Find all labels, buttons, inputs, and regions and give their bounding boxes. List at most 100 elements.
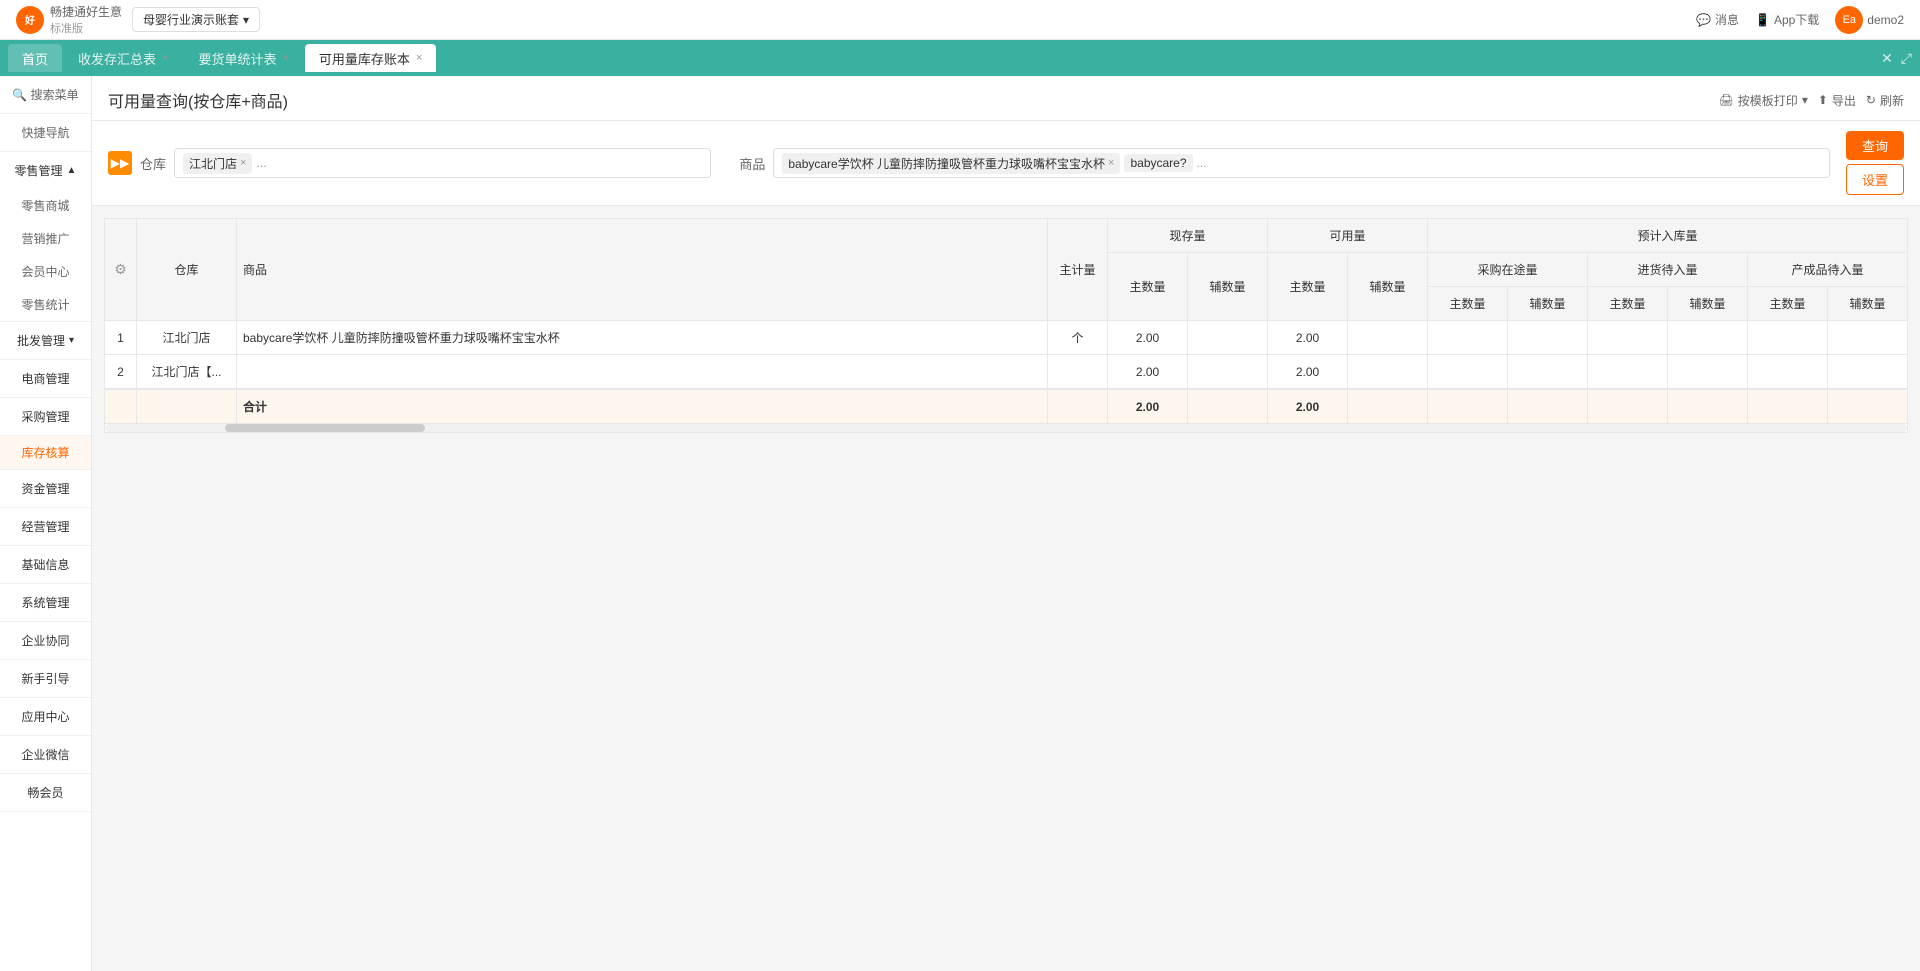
- filter-toggle-btn[interactable]: ▶▶: [108, 151, 132, 175]
- chevron-down-icon: ▾: [243, 13, 249, 27]
- table-footer-row: 合计 2.00 2.00: [105, 389, 1908, 424]
- export-btn[interactable]: ⬆ 导出: [1818, 92, 1856, 109]
- row2-warehouse: 江北门店【...: [137, 355, 237, 390]
- store-selector[interactable]: 母婴行业演示账套 ▾: [132, 7, 260, 32]
- tab-order-close[interactable]: ×: [282, 52, 288, 64]
- row2-avail-main: 2.00: [1268, 355, 1348, 390]
- sidebar-wholesale-title[interactable]: 批发管理 ▾: [0, 322, 91, 359]
- th-incoming-main: 主数量: [1588, 287, 1668, 321]
- sidebar-collab-title[interactable]: 企业协同: [0, 622, 91, 659]
- top-bar-right: 💬 消息 📱 App下载 Ea demo2: [1696, 6, 1904, 34]
- row1-avail-aux: [1348, 321, 1428, 355]
- tab-available-label: 可用量库存账本: [319, 49, 410, 68]
- product-tag1-remove[interactable]: ×: [1108, 157, 1114, 169]
- tab-receive-close[interactable]: ×: [162, 52, 168, 64]
- th-incoming-sub: 进货待入量: [1588, 253, 1748, 287]
- sidebar-group-finance: 资金管理: [0, 470, 91, 508]
- sidebar-basics-title[interactable]: 基础信息: [0, 546, 91, 583]
- th-avail-aux: 辅数量: [1348, 253, 1428, 321]
- row2-stock-aux: [1188, 355, 1268, 390]
- sidebar-system-title[interactable]: 系统管理: [0, 584, 91, 621]
- product-tag1: babycare学饮杯 儿童防摔防撞吸管杯重力球吸嘴杯宝宝水杯 ×: [782, 153, 1120, 174]
- row1-stock-aux: [1188, 321, 1268, 355]
- warehouse-more[interactable]: ...: [256, 156, 266, 170]
- tab-home[interactable]: 首页: [8, 44, 62, 72]
- query-button[interactable]: 查询: [1846, 131, 1904, 160]
- refresh-btn[interactable]: ↻ 刷新: [1866, 92, 1904, 109]
- print-btn[interactable]: 🖨 按模板打印 ▾: [1719, 92, 1808, 109]
- th-purchase-main: 主数量: [1428, 287, 1508, 321]
- scrollbar-thumb[interactable]: [225, 424, 425, 432]
- message-btn[interactable]: 💬 消息: [1696, 11, 1739, 28]
- settings-icon[interactable]: ⚙: [114, 261, 127, 277]
- content-header: 可用量查询(按仓库+商品) 🖨 按模板打印 ▾ ⬆ 导出 ↻ 刷新: [92, 76, 1920, 121]
- settings-button[interactable]: 设置: [1846, 164, 1904, 195]
- sidebar-newguide-title[interactable]: 新手引导: [0, 660, 91, 697]
- template-badge: 标准版: [50, 20, 122, 36]
- table-row: 2 江北门店【... 2.00 2.00: [105, 355, 1908, 390]
- sidebar-group-wechat: 企业微信: [0, 736, 91, 774]
- warehouse-filter-input[interactable]: 江北门店 × ...: [174, 148, 711, 178]
- product-more[interactable]: ...: [1197, 156, 1207, 170]
- footer-stock-aux: [1188, 389, 1268, 424]
- sidebar-search[interactable]: 🔍 搜索菜单: [0, 76, 91, 114]
- product-tag2-text: babycare?: [1130, 156, 1186, 170]
- sidebar-group-retail: 零售管理 ▲ 零售商城 营销推广 会员中心 零售统计: [0, 152, 91, 322]
- sidebar-group-basics: 基础信息: [0, 546, 91, 584]
- warehouse-tag-remove[interactable]: ×: [240, 157, 246, 169]
- product-filter-input[interactable]: babycare学饮杯 儿童防摔防撞吸管杯重力球吸嘴杯宝宝水杯 × babyca…: [773, 148, 1830, 178]
- th-finished-main: 主数量: [1748, 287, 1828, 321]
- sidebar-group-inventory: 库存核算: [0, 436, 91, 470]
- warehouse-filter-label: 仓库: [140, 154, 166, 173]
- sidebar-operations-title[interactable]: 经营管理: [0, 508, 91, 545]
- wholesale-label: 批发管理: [17, 332, 65, 349]
- sidebar-member2-title[interactable]: 畅会员: [0, 774, 91, 811]
- th-product: 商品: [237, 219, 1048, 321]
- logo-area: 好 畅捷通好生意 标准版: [16, 3, 122, 36]
- row1-purchase-main: [1428, 321, 1508, 355]
- sidebar-group-wholesale: 批发管理 ▾: [0, 322, 91, 360]
- sidebar-ecommerce-title[interactable]: 电商管理: [0, 360, 91, 397]
- maximize-icon[interactable]: ⤢: [1901, 50, 1912, 67]
- download-btn[interactable]: 📱 App下载: [1755, 11, 1819, 28]
- sidebar-group-purchase: 采购管理: [0, 398, 91, 436]
- sidebar-retail-title[interactable]: 零售管理 ▲: [0, 152, 91, 189]
- footer-p5: [1748, 389, 1828, 424]
- sidebar-appcenter-title[interactable]: 应用中心: [0, 698, 91, 735]
- sidebar-inventory-title[interactable]: 库存核算: [0, 436, 91, 469]
- sidebar-group-operations: 经营管理: [0, 508, 91, 546]
- sidebar-purchase-title[interactable]: 采购管理: [0, 398, 91, 435]
- tab-available[interactable]: 可用量库存账本 ×: [305, 44, 436, 72]
- sidebar-quick-nav[interactable]: 快捷导航: [0, 114, 91, 152]
- collab-label: 企业协同: [21, 632, 69, 649]
- sidebar-finance-title[interactable]: 资金管理: [0, 470, 91, 507]
- quick-nav-label: 快捷导航: [21, 126, 69, 140]
- system-label: 系统管理: [21, 594, 69, 611]
- row1-stock-main: 2.00: [1108, 321, 1188, 355]
- sidebar-item-marketing[interactable]: 营销推广: [0, 222, 91, 255]
- sidebar-wechat-title[interactable]: 企业微信: [0, 736, 91, 773]
- sidebar-item-retail-stats[interactable]: 零售统计: [0, 288, 91, 321]
- sidebar-item-store[interactable]: 零售商城: [0, 189, 91, 222]
- refresh-label: 刷新: [1880, 92, 1904, 109]
- th-stock-group: 现存量: [1108, 219, 1268, 253]
- th-stock-aux: 辅数量: [1188, 253, 1268, 321]
- footer-empty3: [1048, 389, 1108, 424]
- member2-label: 畅会员: [27, 784, 63, 801]
- footer-stock-main: 2.00: [1108, 389, 1188, 424]
- sidebar-group-system: 系统管理: [0, 584, 91, 622]
- row1-unit: 个: [1048, 321, 1108, 355]
- row1-no: 1: [105, 321, 137, 355]
- close-window-icon[interactable]: ✕: [1881, 50, 1893, 67]
- tab-receive[interactable]: 收发存汇总表 ×: [64, 44, 182, 72]
- scrollbar-track[interactable]: [105, 424, 1907, 432]
- th-purchase-aux: 辅数量: [1508, 287, 1588, 321]
- user-area[interactable]: Ea demo2: [1835, 6, 1904, 34]
- sidebar-item-member[interactable]: 会员中心: [0, 255, 91, 288]
- th-planned-group: 预计入库量: [1428, 219, 1908, 253]
- tab-available-close[interactable]: ×: [416, 52, 422, 64]
- product-tag1-text: babycare学饮杯 儿童防摔防撞吸管杯重力球吸嘴杯宝宝水杯: [788, 155, 1105, 172]
- tab-order[interactable]: 要货单统计表 ×: [184, 44, 302, 72]
- sidebar-group-newguide: 新手引导: [0, 660, 91, 698]
- row2-finished-main: [1748, 355, 1828, 390]
